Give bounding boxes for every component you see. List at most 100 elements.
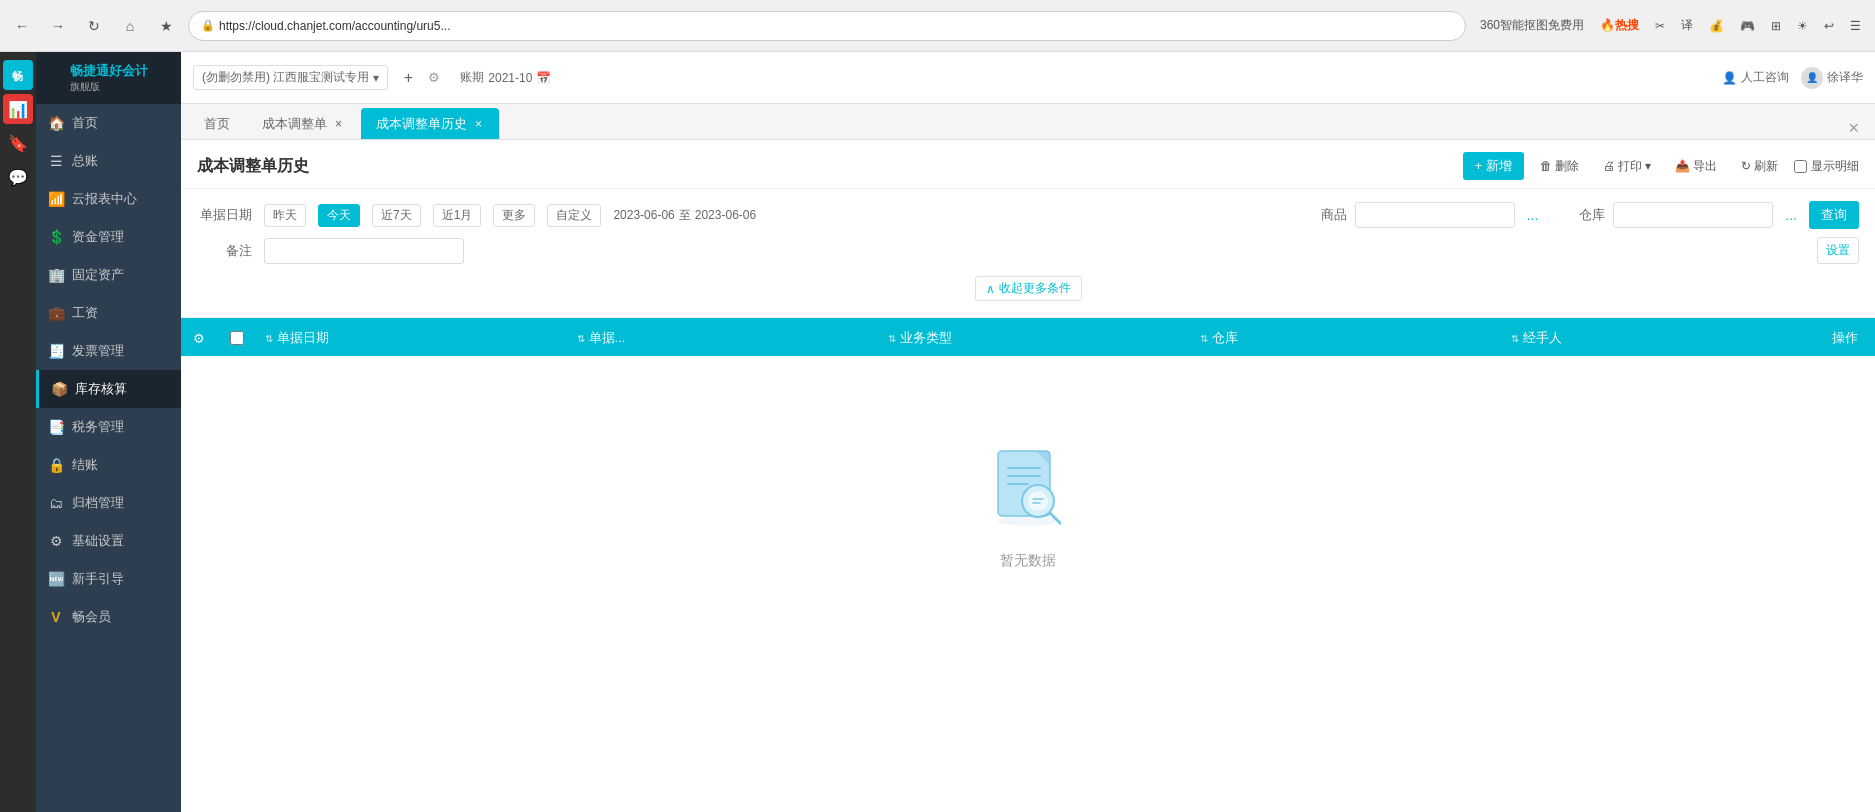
- sidebar-label-vip: 畅会员: [72, 608, 111, 626]
- ledger-icon: ☰: [48, 153, 64, 169]
- image-tool[interactable]: 360智能抠图免费用: [1474, 14, 1590, 37]
- sidebar-item-reports[interactable]: 📶 云报表中心: [36, 180, 181, 218]
- company-selector[interactable]: (勿删勿禁用) 江西服宝测试专用 ▾: [193, 65, 388, 90]
- sidebar-label-tax: 税务管理: [72, 418, 124, 436]
- warehouse-dots[interactable]: ...: [1785, 207, 1797, 223]
- display-checkbox[interactable]: [1794, 160, 1807, 173]
- sidebar-item-fixed-assets[interactable]: 🏢 固定资产: [36, 256, 181, 294]
- hot-search[interactable]: 🔥热搜: [1594, 14, 1645, 37]
- calendar-icon[interactable]: 📅: [536, 71, 551, 85]
- window-close-button[interactable]: ×: [1840, 118, 1867, 139]
- sidebar-label-reports: 云报表中心: [72, 190, 137, 208]
- back-button[interactable]: ←: [8, 12, 36, 40]
- th-biz-type[interactable]: ⇅ 业务类型: [880, 329, 1192, 347]
- th-number-label: 单据...: [589, 329, 626, 347]
- refresh-button[interactable]: ↻ 刷新: [1733, 154, 1786, 179]
- date-separator: 至: [679, 207, 691, 224]
- remark-input[interactable]: [264, 238, 464, 264]
- goods-dots[interactable]: ...: [1527, 207, 1539, 223]
- date-btn-1month[interactable]: 近1月: [433, 204, 482, 227]
- remark-filter-label: 备注: [197, 242, 252, 260]
- column-settings-icon[interactable]: ⚙: [193, 331, 205, 346]
- bookmark-button[interactable]: ★: [152, 12, 180, 40]
- sidebar-logo-sub: 旗舰版: [70, 80, 148, 94]
- gold-tool[interactable]: 💰: [1703, 16, 1730, 36]
- tab-cost-adjust-close[interactable]: ×: [333, 117, 344, 131]
- th-number[interactable]: ⇅ 单据...: [569, 329, 881, 347]
- inventory-icon: 📦: [51, 381, 67, 397]
- user-menu[interactable]: 👤 徐译华: [1801, 67, 1863, 89]
- tab-cost-adjust[interactable]: 成本调整单 ×: [247, 108, 359, 139]
- tab-home[interactable]: 首页: [189, 108, 245, 139]
- grid-tool[interactable]: ⊞: [1765, 16, 1787, 36]
- th-handler[interactable]: ⇅ 经手人: [1503, 329, 1815, 347]
- goods-filter-label: 商品: [1292, 206, 1347, 224]
- menu-tool[interactable]: ☰: [1844, 16, 1867, 36]
- refresh-button[interactable]: ↻: [80, 12, 108, 40]
- tab-home-label: 首页: [204, 115, 230, 133]
- th-warehouse[interactable]: ⇅ 仓库: [1192, 329, 1504, 347]
- export-button[interactable]: 📤 导出: [1667, 154, 1725, 179]
- refresh-icon: ↻: [1741, 159, 1751, 173]
- date-btn-7days[interactable]: 近7天: [372, 204, 421, 227]
- select-all-checkbox[interactable]: [230, 331, 244, 345]
- delete-button[interactable]: 🗑 删除: [1532, 154, 1587, 179]
- sidebar-label-fixed-assets: 固定资产: [72, 266, 124, 284]
- new-button[interactable]: + 新增: [1463, 152, 1524, 180]
- sidebar-item-ledger[interactable]: ☰ 总账: [36, 142, 181, 180]
- icon-bar-green[interactable]: 💬: [3, 162, 33, 192]
- th-checkbox[interactable]: [217, 331, 257, 345]
- settings-filter-button[interactable]: 设置: [1817, 237, 1859, 264]
- translate-tool[interactable]: 译: [1675, 14, 1699, 37]
- undo-tool[interactable]: ↩: [1818, 16, 1840, 36]
- date-btn-yesterday[interactable]: 昨天: [264, 204, 306, 227]
- sidebar-item-inventory[interactable]: 📦 库存核算: [36, 370, 181, 408]
- new-label: 新增: [1486, 158, 1512, 173]
- tab-cost-adjust-history[interactable]: 成本调整单历史 ×: [361, 108, 499, 139]
- icon-bar-logo[interactable]: 畅: [3, 60, 33, 90]
- tab-cost-adjust-history-close[interactable]: ×: [473, 117, 484, 131]
- home-button[interactable]: ⌂: [116, 12, 144, 40]
- main-content: (勿删勿禁用) 江西服宝测试专用 ▾ + ⚙ 账期 2021-10 📅 👤 人工…: [181, 52, 1875, 812]
- print-button[interactable]: 🖨 打印 ▾: [1595, 154, 1659, 179]
- sidebar-item-archive[interactable]: 🗂 归档管理: [36, 484, 181, 522]
- date-btn-today[interactable]: 今天: [318, 204, 360, 227]
- sidebar-item-funds[interactable]: 💲 资金管理: [36, 218, 181, 256]
- sort-handler-icon: ⇅: [1511, 333, 1519, 344]
- search-button[interactable]: 查询: [1809, 201, 1859, 229]
- add-tab-button[interactable]: +: [396, 66, 420, 90]
- icon-bar-red[interactable]: 📊: [3, 94, 33, 124]
- page-actions: + 新增 🗑 删除 🖨 打印 ▾ 📤 导出: [1463, 152, 1859, 180]
- top-bar-right: 👤 人工咨询 👤 徐译华: [1722, 67, 1863, 89]
- brightness-tool[interactable]: ☀: [1791, 16, 1814, 36]
- sidebar-item-guide[interactable]: 🆕 新手引导: [36, 560, 181, 598]
- game-tool[interactable]: 🎮: [1734, 16, 1761, 36]
- sidebar-item-tax[interactable]: 📑 税务管理: [36, 408, 181, 446]
- address-bar[interactable]: 🔒 https://cloud.chanjet.com/accounting/u…: [188, 11, 1466, 41]
- sidebar-item-settings[interactable]: ⚙ 基础设置: [36, 522, 181, 560]
- date-btn-more[interactable]: 更多: [493, 204, 535, 227]
- sidebar-item-invoice[interactable]: 🧾 发票管理: [36, 332, 181, 370]
- warehouse-input[interactable]: [1613, 202, 1773, 228]
- sidebar-item-vip[interactable]: V 畅会员: [36, 598, 181, 636]
- th-settings[interactable]: ⚙: [181, 331, 217, 346]
- sidebar-item-payroll[interactable]: 💼 工资: [36, 294, 181, 332]
- empty-state: 暂无数据: [181, 356, 1875, 650]
- goods-input[interactable]: [1355, 202, 1515, 228]
- sidebar-item-home[interactable]: 🏠 首页: [36, 104, 181, 142]
- icon-bar-orange[interactable]: 🔖: [3, 128, 33, 158]
- sidebar-item-closing[interactable]: 🔒 结账: [36, 446, 181, 484]
- cut-tool[interactable]: ✂: [1649, 16, 1671, 36]
- tab-bar: 首页 成本调整单 × 成本调整单历史 × ×: [181, 104, 1875, 140]
- th-date[interactable]: ⇅ 单据日期: [257, 329, 569, 347]
- invoice-icon: 🧾: [48, 343, 64, 359]
- print-label: 打印: [1618, 158, 1642, 175]
- forward-button[interactable]: →: [44, 12, 72, 40]
- collapse-button[interactable]: ∧ 收起更多条件: [975, 276, 1082, 301]
- display-toggle[interactable]: 显示明细: [1794, 158, 1859, 175]
- date-btn-custom[interactable]: 自定义: [547, 204, 601, 227]
- settings-gear-icon[interactable]: ⚙: [428, 70, 440, 85]
- home-icon: 🏠: [48, 115, 64, 131]
- consult-button[interactable]: 👤 人工咨询: [1722, 69, 1789, 86]
- fixed-assets-icon: 🏢: [48, 267, 64, 283]
